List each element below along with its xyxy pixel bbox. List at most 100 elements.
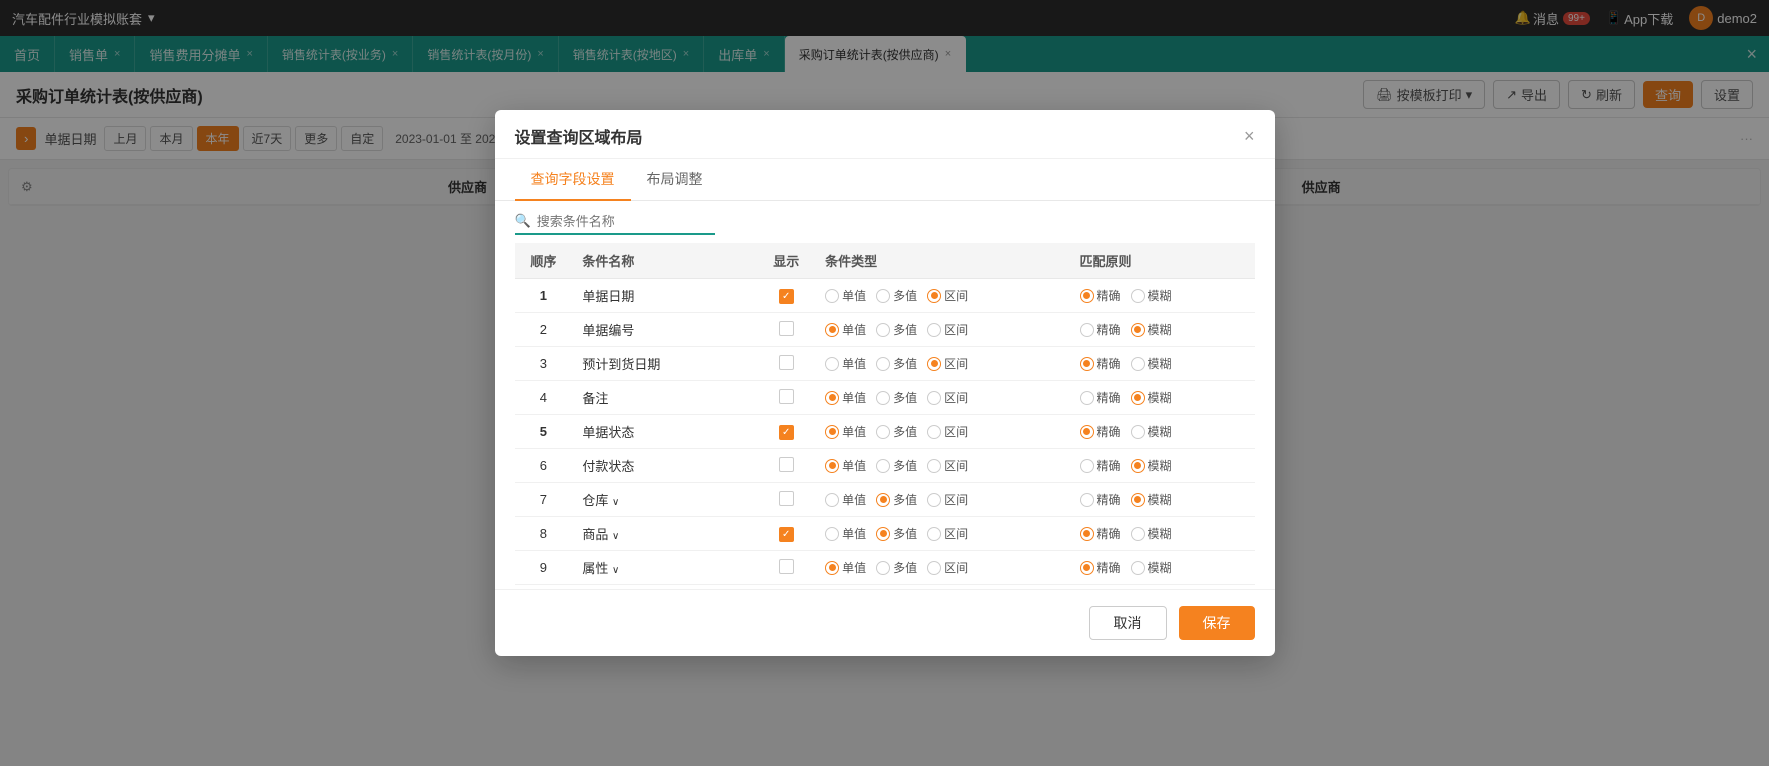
radio-dot-fuzzy-7 [1131,493,1145,507]
radio-multi-5[interactable]: 多值 [876,423,917,440]
row-match: 精确 模糊 [1070,449,1255,483]
radio-multi-9[interactable]: 多值 [876,559,917,576]
radio-dot-precise-3 [1080,357,1094,371]
checkbox-row6[interactable] [779,457,794,472]
checkbox-row1[interactable] [779,289,794,304]
checkbox-row4[interactable] [779,389,794,404]
radio-range-5[interactable]: 区间 [927,423,968,440]
th-order: 顺序 [515,243,573,279]
radio-multi-6[interactable]: 多值 [876,457,917,474]
row-display[interactable] [757,517,815,551]
radio-precise-2[interactable]: 精确 [1080,321,1121,338]
table-row: 8 商品 ∨ 单值 [515,517,1255,551]
radio-single-6[interactable]: 单值 [825,457,866,474]
search-input[interactable] [537,214,697,229]
checkbox-row2[interactable] [779,321,794,336]
row-display[interactable] [757,449,815,483]
checkbox-row8[interactable] [779,527,794,542]
radio-precise-9[interactable]: 精确 [1080,559,1121,576]
radio-fuzzy-9[interactable]: 模糊 [1131,559,1172,576]
radio-range-2[interactable]: 区间 [927,321,968,338]
radio-multi-8[interactable]: 多值 [876,525,917,542]
radio-dot-single-5 [825,425,839,439]
radio-range-8[interactable]: 区间 [927,525,968,542]
radio-multi-1[interactable]: 多值 [876,287,917,304]
tab-query-fields[interactable]: 查询字段设置 [515,159,631,201]
radio-dot-fuzzy-6 [1131,459,1145,473]
row-order: 5 [515,415,573,449]
radio-fuzzy-8[interactable]: 模糊 [1131,525,1172,542]
row-type: 单值 多值 区间 [815,415,1069,449]
radio-dot-multi-1 [876,289,890,303]
checkbox-row5[interactable] [779,425,794,440]
tab-layout-adjust[interactable]: 布局调整 [631,159,719,201]
radio-dot-single-3 [825,357,839,371]
radio-precise-5[interactable]: 精确 [1080,423,1121,440]
radio-dot-fuzzy-1 [1131,289,1145,303]
row-dropdown-icon: ∨ [612,531,619,542]
radio-range-6[interactable]: 区间 [927,457,968,474]
radio-single-7[interactable]: 单值 [825,491,866,508]
row-name: 单据状态 [572,415,757,449]
radio-precise-8[interactable]: 精确 [1080,525,1121,542]
radio-multi-4[interactable]: 多值 [876,389,917,406]
row-display[interactable] [757,551,815,585]
row-name: 属性 ∨ [572,551,757,585]
radio-single-9[interactable]: 单值 [825,559,866,576]
radio-precise-7[interactable]: 精确 [1080,491,1121,508]
radio-single-1[interactable]: 单值 [825,287,866,304]
radio-range-1[interactable]: 区间 [927,287,968,304]
radio-range-7[interactable]: 区间 [927,491,968,508]
radio-single-4[interactable]: 单值 [825,389,866,406]
radio-fuzzy-7[interactable]: 模糊 [1131,491,1172,508]
modal-search-area: 🔍 [495,201,1275,243]
radio-dot-precise-5 [1080,425,1094,439]
radio-fuzzy-1[interactable]: 模糊 [1131,287,1172,304]
radio-multi-2[interactable]: 多值 [876,321,917,338]
row-display[interactable] [757,279,815,313]
radio-fuzzy-6[interactable]: 模糊 [1131,457,1172,474]
radio-precise-3[interactable]: 精确 [1080,355,1121,372]
radio-single-2[interactable]: 单值 [825,321,866,338]
row-display[interactable] [757,347,815,381]
radio-range-4[interactable]: 区间 [927,389,968,406]
radio-range-9[interactable]: 区间 [927,559,968,576]
radio-single-8[interactable]: 单值 [825,525,866,542]
radio-single-3[interactable]: 单值 [825,355,866,372]
radio-precise-6[interactable]: 精确 [1080,457,1121,474]
modal-close-button[interactable]: × [1244,127,1255,145]
row-type: 单值 多值 区间 [815,517,1069,551]
row-type: 单值 多值 区间 [815,347,1069,381]
conditions-data-table: 1 单据日期 单值 [515,279,1255,589]
row-display[interactable] [757,381,815,415]
radio-precise-4[interactable]: 精确 [1080,389,1121,406]
radio-dot-multi-5 [876,425,890,439]
th-display: 显示 [757,243,815,279]
radio-dot-multi-3 [876,357,890,371]
checkbox-row7[interactable] [779,491,794,506]
radio-fuzzy-2[interactable]: 模糊 [1131,321,1172,338]
row-display[interactable] [757,483,815,517]
radio-fuzzy-5[interactable]: 模糊 [1131,423,1172,440]
row-display[interactable] [757,415,815,449]
radio-range-3[interactable]: 区间 [927,355,968,372]
row-order: 2 [515,313,573,347]
cancel-button[interactable]: 取消 [1089,606,1167,640]
checkbox-row3[interactable] [779,355,794,370]
modal-footer: 取消 保存 [495,589,1275,656]
radio-dot-multi-9 [876,561,890,575]
row-match: 精确 模糊 [1070,551,1255,585]
save-button[interactable]: 保存 [1179,606,1255,640]
row-display[interactable] [757,313,815,347]
radio-dot-single-4 [825,391,839,405]
radio-multi-3[interactable]: 多值 [876,355,917,372]
row-order: 8 [515,517,573,551]
search-icon: 🔍 [515,213,531,229]
radio-fuzzy-4[interactable]: 模糊 [1131,389,1172,406]
radio-fuzzy-3[interactable]: 模糊 [1131,355,1172,372]
radio-single-5[interactable]: 单值 [825,423,866,440]
radio-precise-1[interactable]: 精确 [1080,287,1121,304]
radio-dot-precise-4 [1080,391,1094,405]
radio-multi-7[interactable]: 多值 [876,491,917,508]
checkbox-row9[interactable] [779,559,794,574]
